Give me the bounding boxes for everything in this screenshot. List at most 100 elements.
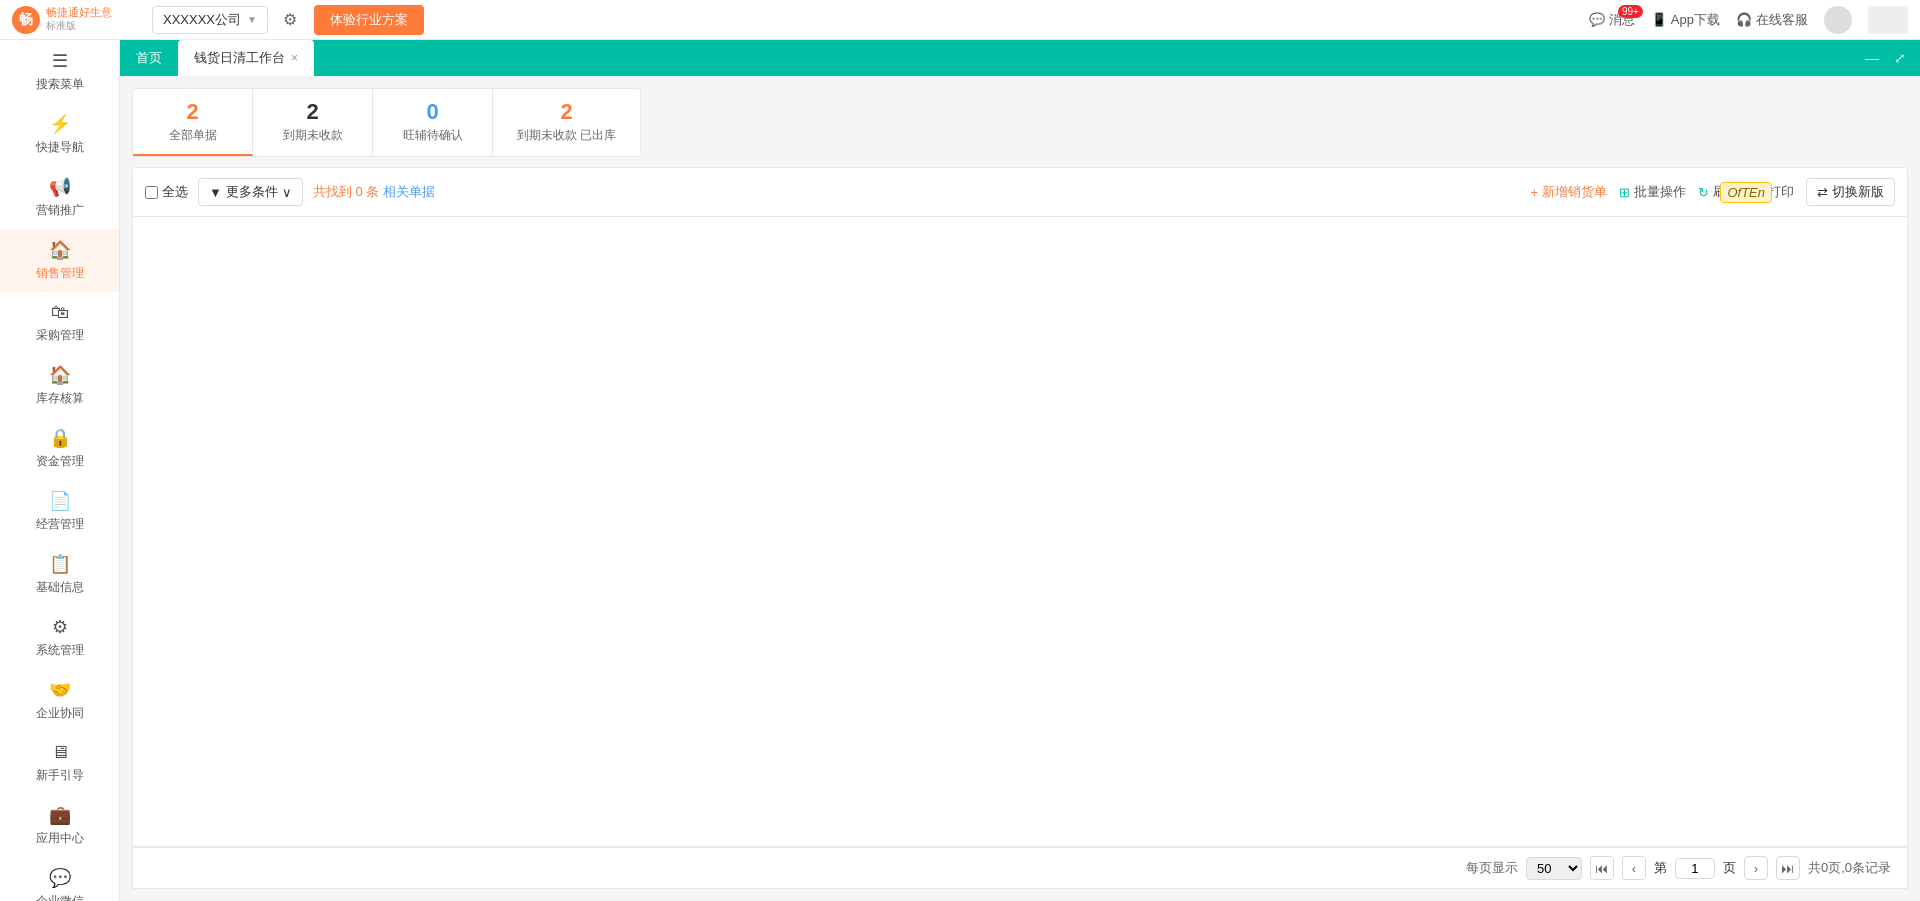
tab-current-label: 钱货日清工作台 [194,49,285,67]
sales-icon: 🏠 [49,239,71,261]
select-all-checkbox-area[interactable]: 全选 [145,183,188,201]
tab-actions: — ⤢ [1860,46,1920,70]
online-service-button[interactable]: 🎧 在线客服 [1736,11,1808,29]
stat-tab-overdue[interactable]: 2 到期未收款 [253,89,373,156]
basic-info-icon: 📋 [49,553,71,575]
filter-label: 更多条件 [226,183,278,201]
stat-wangwang-label: 旺辅待确认 [403,127,463,144]
inventory-icon: 🏠 [49,364,71,386]
new-sale-button[interactable]: + 新增销货单 [1530,183,1607,201]
purchase-icon: 🛍 [51,302,69,323]
toolbar: 全选 ▼ 更多条件 ∨ 共找到 0 条 相关单据 + 新增销货单 [132,167,1908,216]
wechat-icon: 💬 [49,867,71,889]
toolbar-right: + 新增销货单 ⊞ 批量操作 ↻ 刷新 🖨 打印 [1530,178,1895,206]
logo-icon: 畅 [12,6,40,34]
sidebar-item-guide[interactable]: 🖥 新手引导 [0,732,119,794]
total-info: 共0页,0条记录 [1808,859,1891,877]
batch-label: 批量操作 [1634,183,1686,201]
sidebar-item-label: 应用中心 [36,830,84,847]
tab-bar: 首页 钱货日清工作台 × — ⤢ [120,40,1920,76]
sidebar-item-label: 企业协同 [36,705,84,722]
sidebar-item-search-menu[interactable]: ☰ 搜索菜单 [0,40,119,103]
logo-sub: 标准版 [46,19,112,33]
often-badge: OfTEn [1720,182,1772,203]
select-all-label: 全选 [162,183,188,201]
page-label: 第 [1654,859,1667,877]
sidebar-item-label: 库存核算 [36,390,84,407]
operations-icon: 📄 [49,490,71,512]
select-all-checkbox[interactable] [145,186,158,199]
sidebar-item-sales[interactable]: 🏠 销售管理 [0,229,119,292]
last-page-button[interactable]: ⏭ [1776,856,1800,880]
app-center-icon: 💼 [49,804,71,826]
avatar[interactable] [1824,6,1852,34]
sidebar-item-finance[interactable]: 🔒 资金管理 [0,417,119,480]
logo-text: 畅捷通好生意 [46,6,112,19]
company-selector[interactable]: XXXXXX公司 ▼ [152,6,268,34]
phone-icon: 📱 [1651,12,1667,27]
sidebar-item-enterprise[interactable]: 🤝 企业协同 [0,669,119,732]
chevron-down-icon: ▼ [247,14,257,25]
top-bar: 畅 畅捷通好生意 标准版 XXXXXX公司 ▼ ⚙ 体验行业方案 💬 消息 99… [0,0,1920,40]
user-name-area[interactable] [1868,6,1908,34]
sidebar-item-system[interactable]: ⚙ 系统管理 [0,606,119,669]
sidebar-item-label: 企业微信 [36,893,84,901]
sidebar-item-label: 系统管理 [36,642,84,659]
stat-tab-overdue-out[interactable]: 2 到期未收款 已出库 [493,89,640,156]
sidebar-item-label: 快捷导航 [36,139,84,156]
next-page-button[interactable]: › [1744,856,1768,880]
app-download-button[interactable]: 📱 App下载 [1651,11,1720,29]
batch-op-button[interactable]: ⊞ 批量操作 [1619,183,1686,201]
sidebar-item-app-center[interactable]: 💼 应用中心 [0,794,119,857]
found-text: 共找到 0 条 相关单据 [313,183,435,201]
stat-tab-wangwang[interactable]: 0 旺辅待确认 [373,89,493,156]
sidebar-item-label: 基础信息 [36,579,84,596]
batch-icon: ⊞ [1619,185,1630,200]
app-download-label: App下载 [1671,11,1720,29]
sidebar-item-label: 搜索菜单 [36,76,84,93]
sidebar-item-wechat[interactable]: 💬 企业微信 [0,857,119,901]
table-area [132,216,1908,847]
tab-current[interactable]: 钱货日清工作台 × [178,40,314,76]
tab-home[interactable]: 首页 [120,40,178,76]
tab-minimize-icon[interactable]: — [1860,46,1884,70]
sidebar-item-label: 销售管理 [36,265,84,282]
message-badge: 99+ [1618,5,1643,18]
sidebar-item-operations[interactable]: 📄 经营管理 [0,480,119,543]
sidebar-item-label: 营销推广 [36,202,84,219]
sidebar: ☰ 搜索菜单 ⚡ 快捷导航 📢 营销推广 🏠 销售管理 🛍 采购管理 🏠 库存核… [0,40,120,901]
headset-icon: 🎧 [1736,12,1752,27]
filter-button[interactable]: ▼ 更多条件 ∨ [198,178,303,206]
page-unit: 页 [1723,859,1736,877]
tab-expand-icon[interactable]: ⤢ [1888,46,1912,70]
page-input[interactable] [1675,858,1715,879]
message-icon: 💬 [1589,12,1605,27]
found-unit: 条 [366,184,379,199]
stat-overdue-label: 到期未收款 [283,127,343,144]
found-count: 0 [356,184,363,199]
switch-version-button[interactable]: ⇄ 切换新版 [1806,178,1895,206]
sidebar-item-inventory[interactable]: 🏠 库存核算 [0,354,119,417]
first-page-button[interactable]: ⏮ [1590,856,1614,880]
online-service-label: 在线客服 [1756,11,1808,29]
sidebar-item-quick-nav[interactable]: ⚡ 快捷导航 [0,103,119,166]
finance-icon: 🔒 [49,427,71,449]
trial-button[interactable]: 体验行业方案 [314,5,424,35]
sidebar-item-basic-info[interactable]: 📋 基础信息 [0,543,119,606]
logo-area: 畅 畅捷通好生意 标准版 [12,6,132,34]
prev-page-button[interactable]: ‹ [1622,856,1646,880]
main-layout: ☰ 搜索菜单 ⚡ 快捷导航 📢 营销推广 🏠 销售管理 🛍 采购管理 🏠 库存核… [0,40,1920,901]
content-area: 首页 钱货日清工作台 × — ⤢ 2 全部单据 2 到期未收款 [120,40,1920,901]
sidebar-item-purchase[interactable]: 🛍 采购管理 [0,292,119,354]
settings-icon[interactable]: ⚙ [276,6,304,34]
per-page-select[interactable]: 50 100 200 [1526,857,1582,880]
tab-close-icon[interactable]: × [291,51,298,65]
sidebar-item-marketing[interactable]: 📢 营销推广 [0,166,119,229]
empty-area [133,217,1907,846]
message-button[interactable]: 💬 消息 99+ [1589,11,1635,29]
top-right-area: 💬 消息 99+ 📱 App下载 🎧 在线客服 [1589,6,1908,34]
found-link[interactable]: 相关单据 [383,184,435,199]
stat-tab-all[interactable]: 2 全部单据 [133,89,253,156]
sidebar-item-label: 新手引导 [36,767,84,784]
found-prefix: 共找到 [313,184,352,199]
